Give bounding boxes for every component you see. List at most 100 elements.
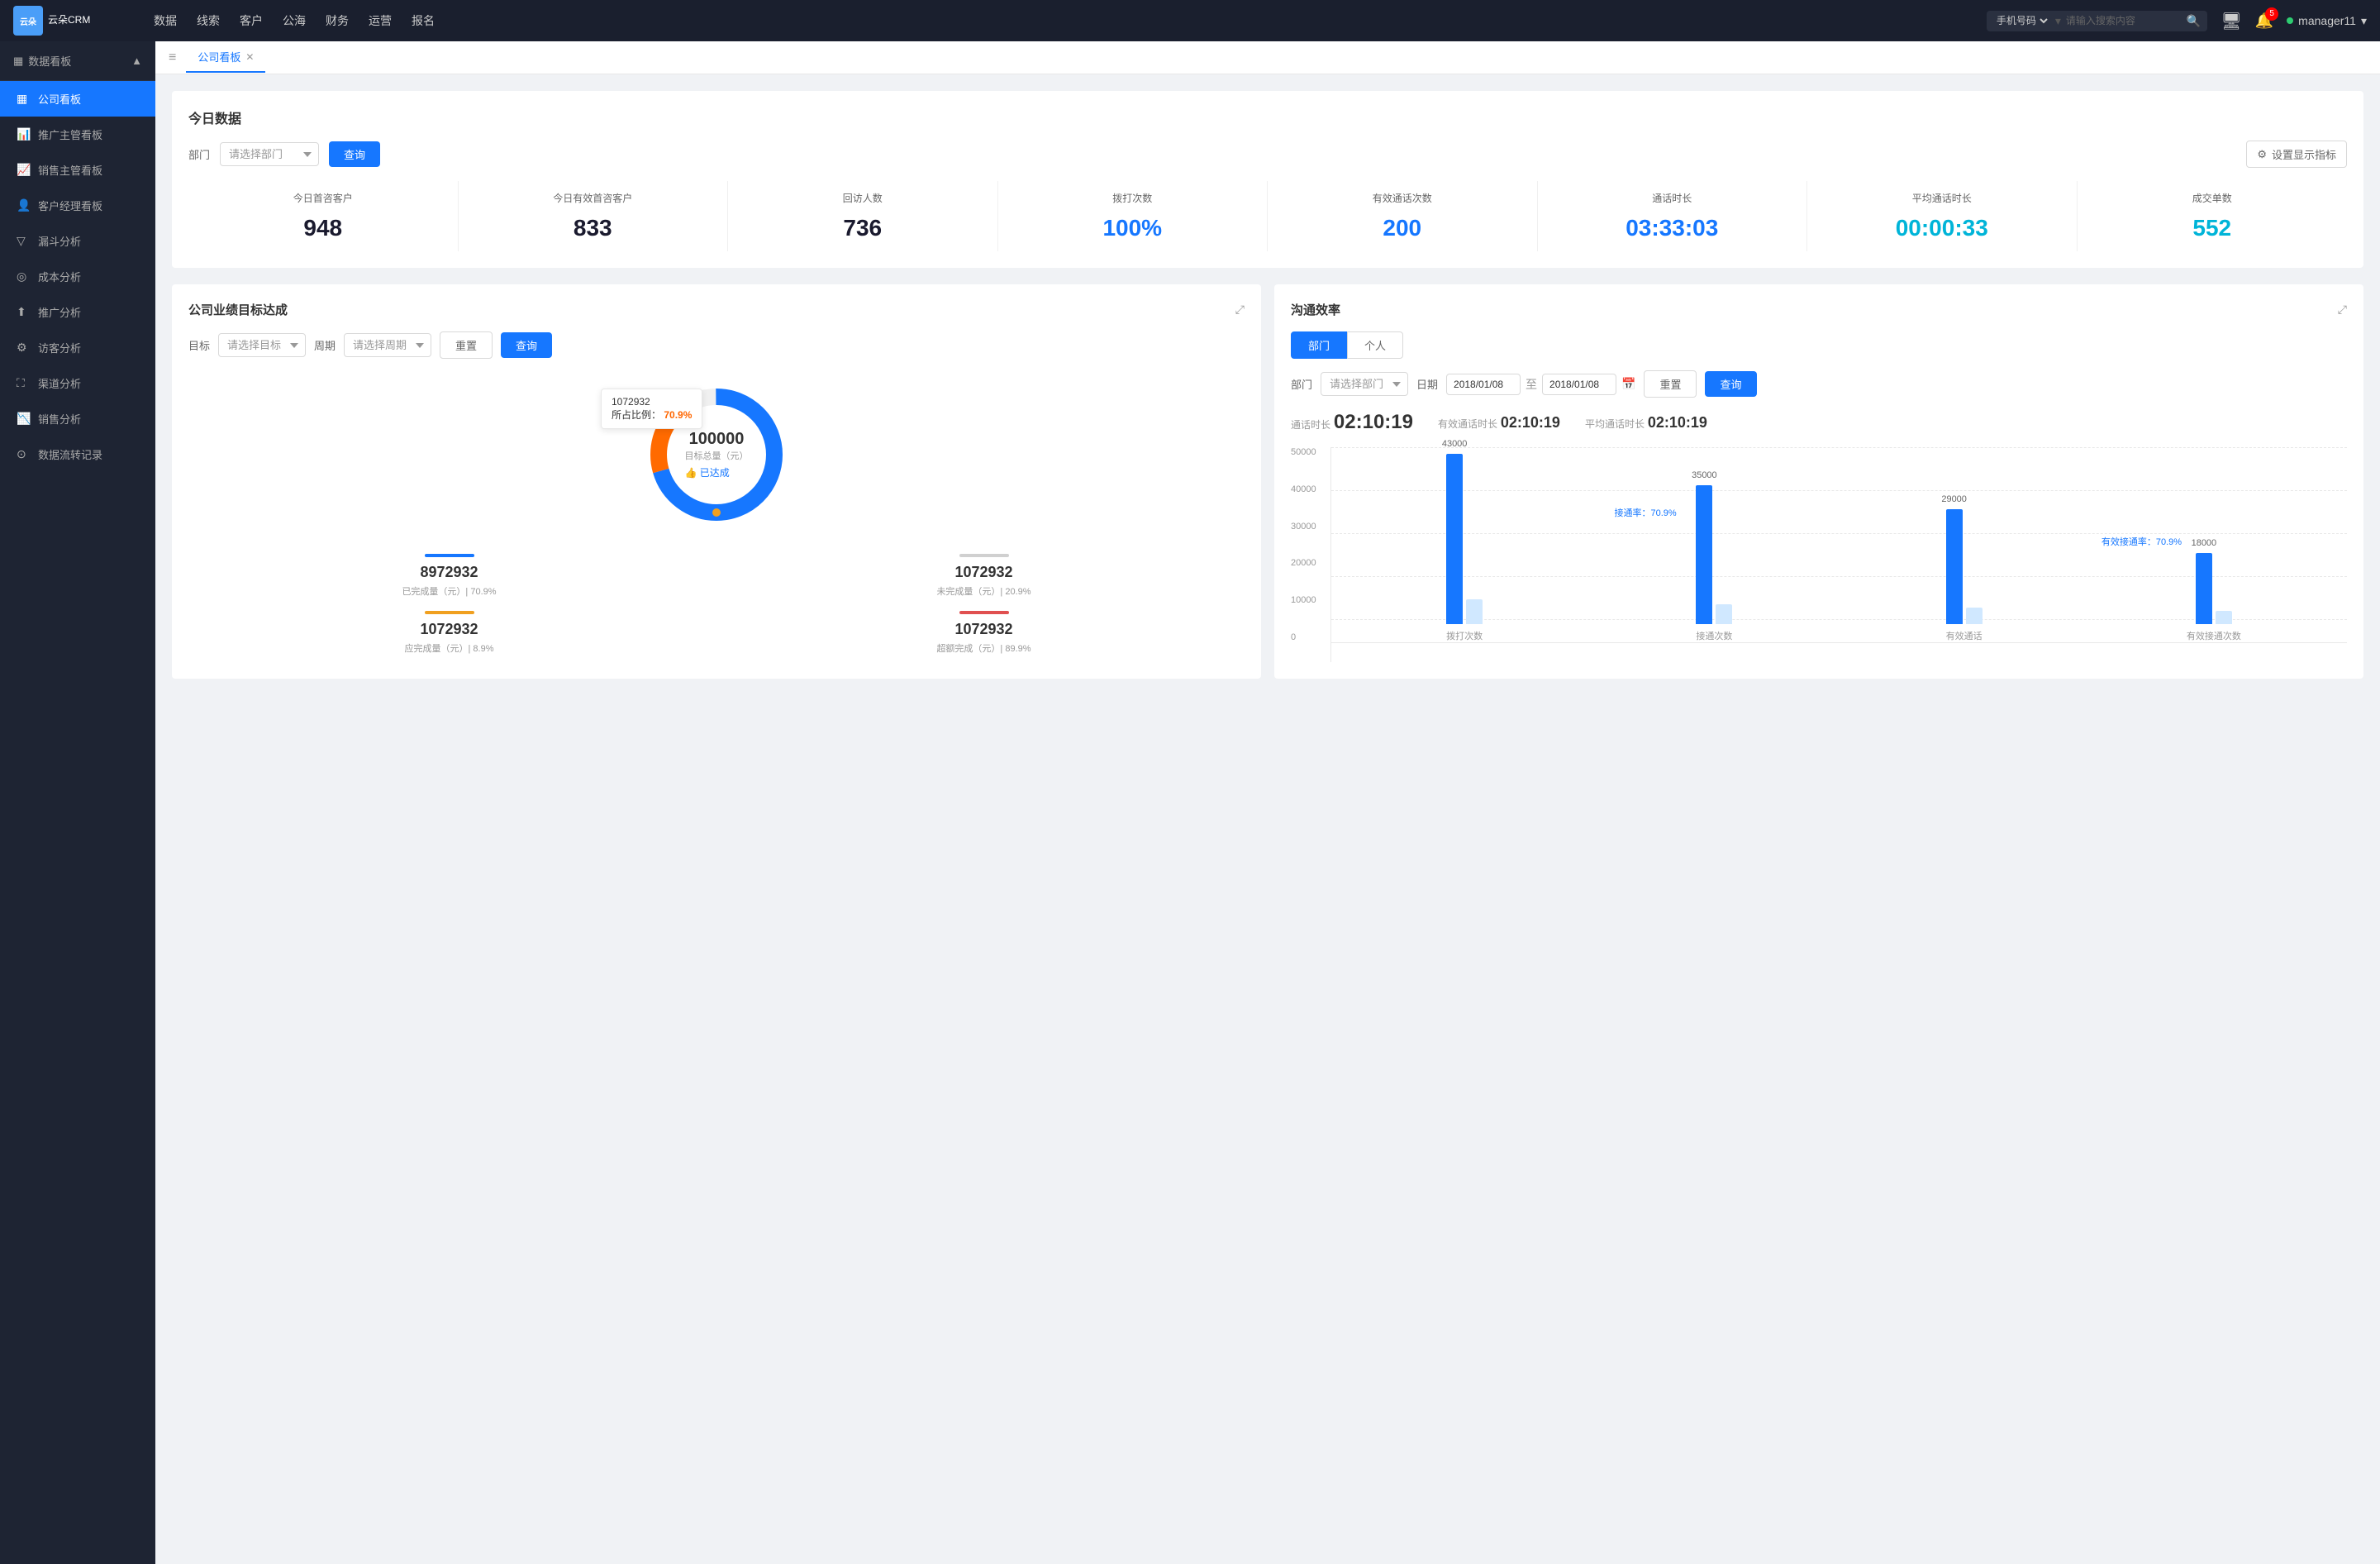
goal-period-label: 周期 — [314, 337, 336, 353]
y-label-30000: 30000 — [1291, 522, 1324, 532]
comm-tab-person[interactable]: 个人 — [1347, 331, 1403, 359]
goal-period-select[interactable]: 请选择周期 — [344, 333, 431, 357]
stat-card-7: 成交单数 552 — [2078, 181, 2348, 251]
bar-2-secondary — [1966, 608, 1983, 624]
sidebar-item-promo-manager[interactable]: 📊 推广主管看板 — [0, 117, 155, 152]
user-info[interactable]: manager11 ▾ — [2287, 14, 2367, 28]
today-query-button[interactable]: 查询 — [329, 141, 380, 167]
goal-stat-exceed: 1072932 超额完成（元）| 89.9% — [723, 611, 1245, 655]
comm-reset-button[interactable]: 重置 — [1644, 370, 1697, 398]
goal-expand-icon[interactable]: ⤢ — [1235, 303, 1245, 317]
sidebar-header: ▦ 数据看板 ▲ — [0, 41, 155, 81]
incomplete-bar — [959, 554, 1009, 557]
stat-value-5: 03:33:03 — [1545, 215, 1801, 241]
search-input[interactable] — [2066, 15, 2182, 26]
y-label-0: 0 — [1291, 632, 1324, 642]
comm-tab-dept[interactable]: 部门 — [1291, 331, 1347, 359]
sidebar-item-funnel[interactable]: ▽ 漏斗分析 — [0, 223, 155, 259]
calendar-icon[interactable]: 📅 — [1621, 377, 1635, 391]
stat-card-3: 拨打次数 100% — [998, 181, 1269, 251]
stat-value-4: 200 — [1274, 215, 1530, 241]
stat-value-3: 100% — [1005, 215, 1261, 241]
bar-0-x-label: 拨打次数 — [1446, 629, 1483, 642]
logo-icon: 云朵 — [13, 6, 43, 36]
tooltip-ratio: 所占比例： 70.9% — [612, 408, 692, 422]
page-content: 今日数据 部门 请选择部门 查询 ⚙ 设置显示指标 今日首咨客户 948 — [155, 74, 2380, 695]
goal-query-button[interactable]: 查询 — [501, 332, 552, 358]
search-icon[interactable]: 🔍 — [2187, 14, 2201, 28]
tooltip-percentage: 70.9% — [664, 409, 692, 421]
sidebar-item-sales-manager[interactable]: 📈 销售主管看板 — [0, 152, 155, 188]
comm-bar-chart: 50000 40000 30000 20000 10000 0 — [1291, 447, 2347, 662]
nav-leads[interactable]: 线索 — [197, 9, 220, 32]
comm-dept-select[interactable]: 请选择部门 — [1321, 372, 1408, 396]
nav-finance[interactable]: 财务 — [326, 9, 349, 32]
donut-tooltip: 1072932 所占比例： 70.9% — [601, 389, 702, 429]
stat-card-2: 回访人数 736 — [728, 181, 998, 251]
visitor-icon: ⚙ — [17, 341, 30, 355]
time-stat-total-value: 02:10:19 — [1334, 411, 1413, 433]
goal-target-select[interactable]: 请选择目标 — [218, 333, 306, 357]
comm-panel-title: 沟通效率 — [1291, 301, 1340, 318]
user-dropdown-icon[interactable]: ▾ — [2361, 14, 2367, 28]
company-board-icon: ▦ — [17, 92, 30, 106]
sidebar-label-promo: 推广分析 — [38, 304, 81, 320]
tab-menu-icon[interactable]: ≡ — [169, 50, 176, 65]
bar-1-x-label: 接通次数 — [1696, 629, 1732, 642]
dept-select[interactable]: 请选择部门 — [220, 142, 319, 166]
bar-2-label: 29000 — [1941, 494, 1967, 504]
stat-value-6: 00:00:33 — [1814, 215, 2070, 241]
sidebar-item-cost[interactable]: ◎ 成本分析 — [0, 259, 155, 294]
goal-stat-should: 1072932 应完成量（元）| 8.9% — [188, 611, 710, 655]
sidebar-item-customer-manager[interactable]: 👤 客户经理看板 — [0, 188, 155, 223]
logo: 云朵 云朵CRM — [13, 6, 137, 36]
tab-company-board[interactable]: 公司看板 ✕ — [186, 42, 265, 73]
nav-data[interactable]: 数据 — [154, 9, 177, 32]
bar-1-label: 35000 — [1692, 470, 1717, 480]
search-type-select[interactable]: 手机号码 — [1993, 14, 2050, 27]
time-stat-total: 通话时长 02:10:19 — [1291, 411, 1413, 434]
content-area: ≡ 公司看板 ✕ 今日数据 部门 请选择部门 查询 ⚙ 设置显示指标 — [155, 41, 2380, 1564]
data-flow-icon: ⊙ — [17, 447, 30, 461]
sidebar-item-visitor[interactable]: ⚙ 访客分析 — [0, 330, 155, 365]
sidebar-item-promo[interactable]: ⬆ 推广分析 — [0, 294, 155, 330]
nav-sea[interactable]: 公海 — [283, 9, 306, 32]
sidebar-label-cost: 成本分析 — [38, 269, 81, 284]
completed-value: 8972932 — [188, 564, 710, 581]
sidebar-item-channel[interactable]: ⛶ 渠道分析 — [0, 365, 155, 401]
y-label-40000: 40000 — [1291, 484, 1324, 494]
sidebar-item-company-board[interactable]: ▦ 公司看板 — [0, 81, 155, 117]
donut-center-label: 目标总量（元） — [685, 449, 749, 462]
stats-grid: 今日首咨客户 948 今日有效首咨客户 833 回访人数 736 拨打次数 10… — [188, 181, 2347, 251]
date-from-input[interactable] — [1446, 374, 1521, 395]
sidebar-collapse-icon[interactable]: ▲ — [131, 55, 142, 67]
promo-icon: ⬆ — [17, 305, 30, 319]
bar-group-3-bars: 18000 — [2196, 553, 2232, 624]
sidebar-item-sales[interactable]: 📉 销售分析 — [0, 401, 155, 436]
bar-0-main: 43000 — [1446, 454, 1463, 624]
top-navigation: 云朵 云朵CRM 数据 线索 客户 公海 财务 运营 报名 手机号码 ▾ 🔍 🖥… — [0, 0, 2380, 41]
comm-expand-icon[interactable]: ⤢ — [2338, 303, 2347, 317]
sidebar: ▦ 数据看板 ▲ ▦ 公司看板 📊 推广主管看板 📈 销售主管看板 👤 客户经理… — [0, 41, 155, 1564]
date-to-input[interactable] — [1542, 374, 1616, 395]
stat-card-4: 有效通话次数 200 — [1268, 181, 1538, 251]
time-stat-avg-value: 02:10:19 — [1648, 414, 1707, 431]
comm-query-button[interactable]: 查询 — [1705, 371, 1756, 397]
completed-label: 已完成量（元）| 70.9% — [188, 584, 710, 598]
donut-container: 1072932 所占比例： 70.9% — [634, 372, 799, 537]
nav-enrollment[interactable]: 报名 — [412, 9, 435, 32]
settings-button[interactable]: ⚙ 设置显示指标 — [2246, 141, 2347, 168]
time-stat-avg: 平均通话时长 02:10:19 — [1585, 414, 1707, 432]
notification-icon[interactable]: 🔔 5 — [2255, 12, 2273, 30]
tab-close-icon[interactable]: ✕ — [245, 51, 254, 63]
monitor-icon[interactable]: 🖥 — [2221, 11, 2241, 31]
goal-reset-button[interactable]: 重置 — [440, 331, 493, 359]
donut-center: 100000 目标总量（元） 👍 已达成 — [685, 430, 749, 479]
sidebar-item-data-flow[interactable]: ⊙ 数据流转记录 — [0, 436, 155, 472]
nav-operations[interactable]: 运营 — [369, 9, 392, 32]
nav-customers[interactable]: 客户 — [240, 9, 263, 32]
completed-bar — [425, 554, 474, 557]
y-label-10000: 10000 — [1291, 595, 1324, 605]
time-stat-effective-label: 有效通话时长 — [1438, 418, 1497, 430]
settings-icon: ⚙ — [2257, 148, 2267, 161]
